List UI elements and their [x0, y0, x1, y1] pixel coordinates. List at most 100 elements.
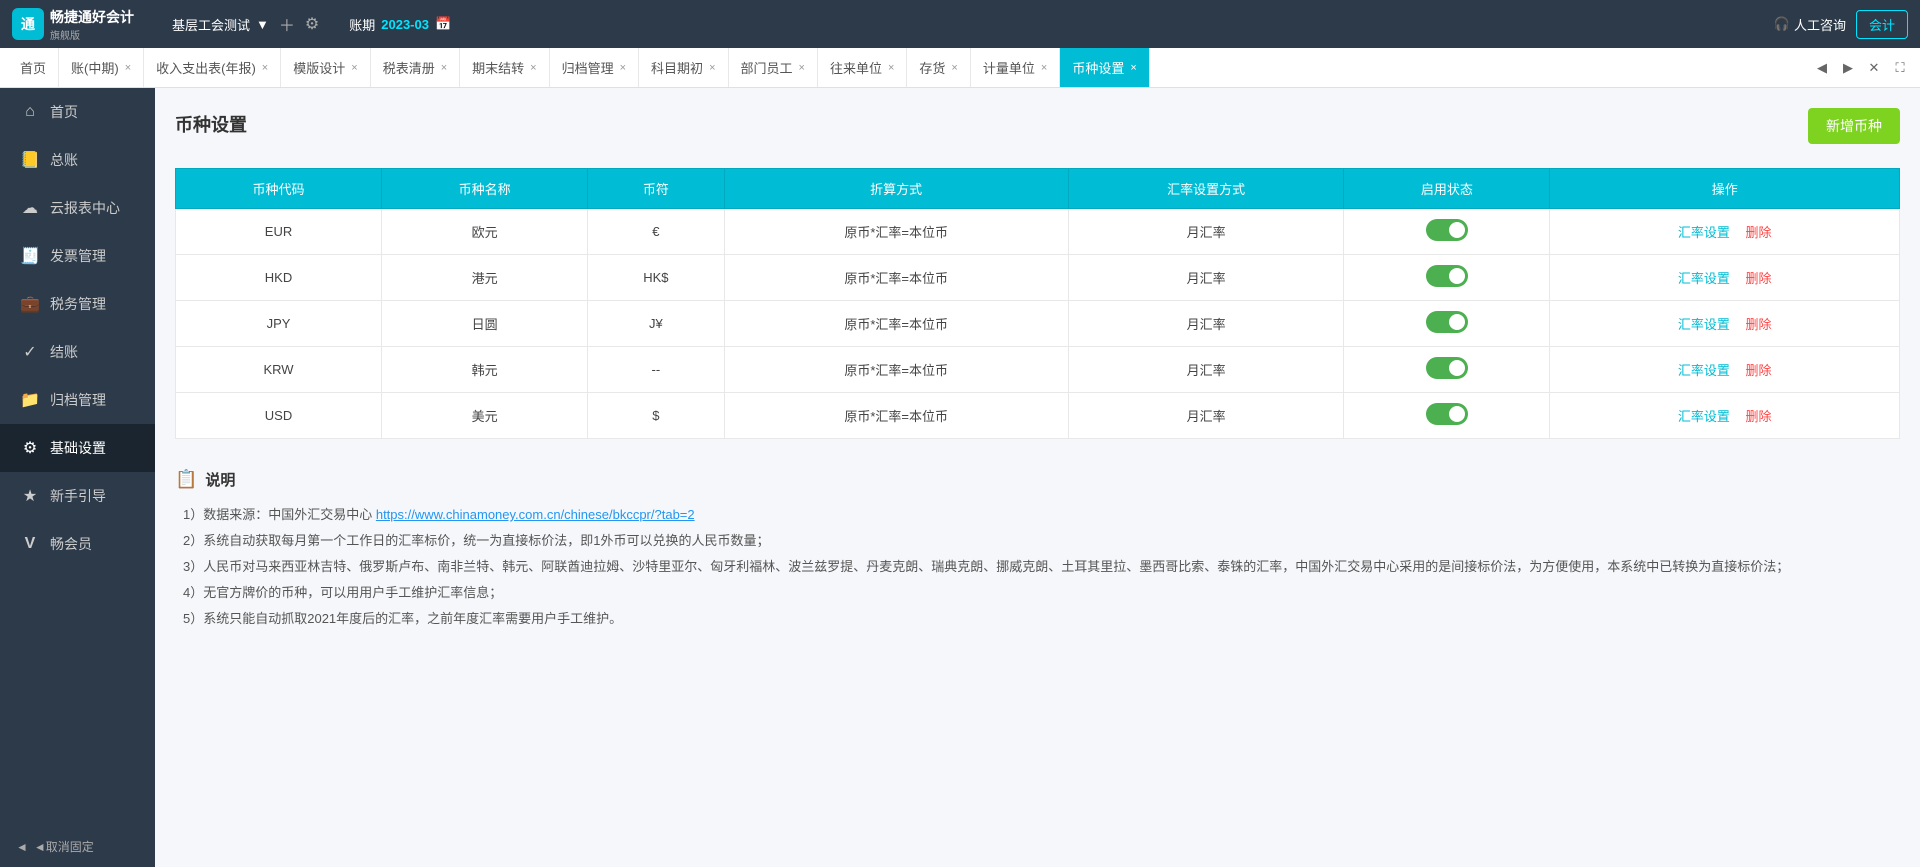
support-button[interactable]: 🎧 人工咨询: [1774, 15, 1846, 34]
sidebar-member-label: 畅会员: [50, 534, 92, 554]
status-toggle-EUR[interactable]: [1426, 219, 1468, 241]
rate-setting-link-HKD[interactable]: 汇率设置: [1678, 271, 1730, 286]
headset-icon: 🎧: [1774, 16, 1790, 32]
tab-contacts[interactable]: 往来单位 ×: [818, 48, 907, 88]
member-icon: V: [20, 535, 40, 553]
sidebar-item-archive[interactable]: 📁 归档管理: [0, 376, 155, 424]
col-calc: 折算方式: [724, 169, 1068, 209]
notes-section: 📋 说明 1）数据来源：中国外汇交易中心 https://www.chinamo…: [175, 469, 1900, 632]
status-toggle-JPY[interactable]: [1426, 311, 1468, 333]
tab-subjects[interactable]: 科目期初 ×: [639, 48, 728, 88]
tab-inventory-close[interactable]: ×: [951, 62, 957, 74]
reports-icon: ☁: [20, 198, 40, 218]
tab-currency-close[interactable]: ×: [1130, 62, 1136, 74]
company-selector[interactable]: 基层工会测试 ▼: [172, 15, 269, 34]
notes-link[interactable]: https://www.chinamoney.com.cn/chinese/bk…: [376, 507, 695, 522]
tab-next-button[interactable]: ▶: [1836, 56, 1860, 80]
add-icon[interactable]: ＋: [279, 12, 295, 36]
tab-tax-list-close[interactable]: ×: [441, 62, 447, 74]
cell-name: 美元: [382, 393, 588, 439]
rate-setting-link-KRW[interactable]: 汇率设置: [1678, 363, 1730, 378]
sidebar-item-checkout[interactable]: ✓ 结账: [0, 328, 155, 376]
cell-symbol: J¥: [588, 301, 724, 347]
settings-icon[interactable]: ⚙: [305, 14, 319, 34]
tab-dept[interactable]: 部门员工 ×: [729, 48, 818, 88]
tab-archive-label: 归档管理: [562, 58, 614, 77]
cell-status: [1344, 255, 1550, 301]
tab-archive[interactable]: 归档管理 ×: [550, 48, 639, 88]
tab-account[interactable]: 账(中期) ×: [59, 48, 144, 88]
status-toggle-HKD[interactable]: [1426, 265, 1468, 287]
cell-calc: 原币*汇率=本位币: [724, 301, 1068, 347]
delete-link-KRW[interactable]: 删除: [1746, 363, 1772, 378]
tab-template[interactable]: 模版设计 ×: [281, 48, 370, 88]
sidebar-item-tax[interactable]: 💼 税务管理: [0, 280, 155, 328]
cell-action: 汇率设置 删除: [1550, 393, 1900, 439]
tab-tax-list[interactable]: 税表清册 ×: [371, 48, 460, 88]
tab-income[interactable]: 收入支出表(年报) ×: [144, 48, 281, 88]
cell-status: [1344, 301, 1550, 347]
table-row: KRW 韩元 -- 原币*汇率=本位币 月汇率 汇率设置 删除: [176, 347, 1900, 393]
cell-calc: 原币*汇率=本位币: [724, 393, 1068, 439]
cell-code: KRW: [176, 347, 382, 393]
delete-link-EUR[interactable]: 删除: [1746, 225, 1772, 240]
account-button[interactable]: 会计: [1856, 10, 1908, 39]
calendar-icon[interactable]: 📅: [435, 16, 451, 32]
sidebar-item-invoice[interactable]: 🧾 发票管理: [0, 232, 155, 280]
tab-units-close[interactable]: ×: [1041, 62, 1047, 74]
sidebar-pin-toggle[interactable]: ◄ ◄取消固定: [0, 826, 155, 867]
notes-item-4: 4）无官方牌价的币种，可以用用户手工维护汇率信息；: [175, 580, 1900, 606]
company-name: 基层工会测试: [172, 15, 250, 34]
status-toggle-KRW[interactable]: [1426, 357, 1468, 379]
content-area: 币种设置 新增币种 币种代码 币种名称 币符 折算方式 汇率设置方式 启用状态 …: [155, 88, 1920, 867]
cell-code: HKD: [176, 255, 382, 301]
sidebar-item-reports[interactable]: ☁ 云报表中心: [0, 184, 155, 232]
tab-subjects-close[interactable]: ×: [709, 62, 715, 74]
sidebar-item-settings[interactable]: ⚙ 基础设置: [0, 424, 155, 472]
delete-link-HKD[interactable]: 删除: [1746, 271, 1772, 286]
tab-home[interactable]: 首页: [8, 48, 59, 88]
invoice-icon: 🧾: [20, 246, 40, 266]
sidebar-item-ledger[interactable]: 📒 总账: [0, 136, 155, 184]
tab-account-close[interactable]: ×: [125, 62, 131, 74]
tab-prev-button[interactable]: ◀: [1810, 56, 1834, 80]
tab-income-close[interactable]: ×: [262, 62, 268, 74]
cell-action: 汇率设置 删除: [1550, 347, 1900, 393]
rate-setting-link-EUR[interactable]: 汇率设置: [1678, 225, 1730, 240]
cell-code: USD: [176, 393, 382, 439]
cell-symbol: --: [588, 347, 724, 393]
tab-inventory[interactable]: 存货 ×: [907, 48, 970, 88]
cell-calc: 原币*汇率=本位币: [724, 255, 1068, 301]
cell-calc: 原币*汇率=本位币: [724, 347, 1068, 393]
tab-template-close[interactable]: ×: [351, 62, 357, 74]
tab-tax-list-label: 税表清册: [383, 58, 435, 77]
sidebar-archive-label: 归档管理: [50, 390, 106, 410]
sidebar-guide-label: 新手引导: [50, 486, 106, 506]
tab-close-all-button[interactable]: ✕: [1862, 56, 1886, 80]
logo-area: 通 畅捷通好会计 旗舰版: [12, 7, 162, 42]
rate-setting-link-JPY[interactable]: 汇率设置: [1678, 317, 1730, 332]
sidebar-item-home[interactable]: ⌂ 首页: [0, 88, 155, 136]
table-header: 币种代码 币种名称 币符 折算方式 汇率设置方式 启用状态 操作: [176, 169, 1900, 209]
pin-label: ◄取消固定: [34, 838, 94, 855]
delete-link-JPY[interactable]: 删除: [1746, 317, 1772, 332]
tab-contacts-close[interactable]: ×: [888, 62, 894, 74]
tab-units[interactable]: 计量单位 ×: [971, 48, 1060, 88]
sidebar-ledger-label: 总账: [50, 150, 78, 170]
status-toggle-USD[interactable]: [1426, 403, 1468, 425]
tab-currency[interactable]: 币种设置 ×: [1060, 48, 1149, 88]
tab-inventory-label: 存货: [919, 58, 945, 77]
cell-status: [1344, 393, 1550, 439]
sidebar-item-member[interactable]: V 畅会员: [0, 520, 155, 568]
settings-gear-icon: ⚙: [20, 438, 40, 458]
sidebar-item-guide[interactable]: ★ 新手引导: [0, 472, 155, 520]
tab-archive-close[interactable]: ×: [620, 62, 626, 74]
cell-name: 韩元: [382, 347, 588, 393]
tab-expand-button[interactable]: ⛶: [1888, 56, 1912, 80]
new-currency-button[interactable]: 新增币种: [1808, 108, 1900, 144]
tab-dept-close[interactable]: ×: [799, 62, 805, 74]
tab-period-end[interactable]: 期末结转 ×: [460, 48, 549, 88]
rate-setting-link-USD[interactable]: 汇率设置: [1678, 409, 1730, 424]
delete-link-USD[interactable]: 删除: [1746, 409, 1772, 424]
tab-period-end-close[interactable]: ×: [530, 62, 536, 74]
